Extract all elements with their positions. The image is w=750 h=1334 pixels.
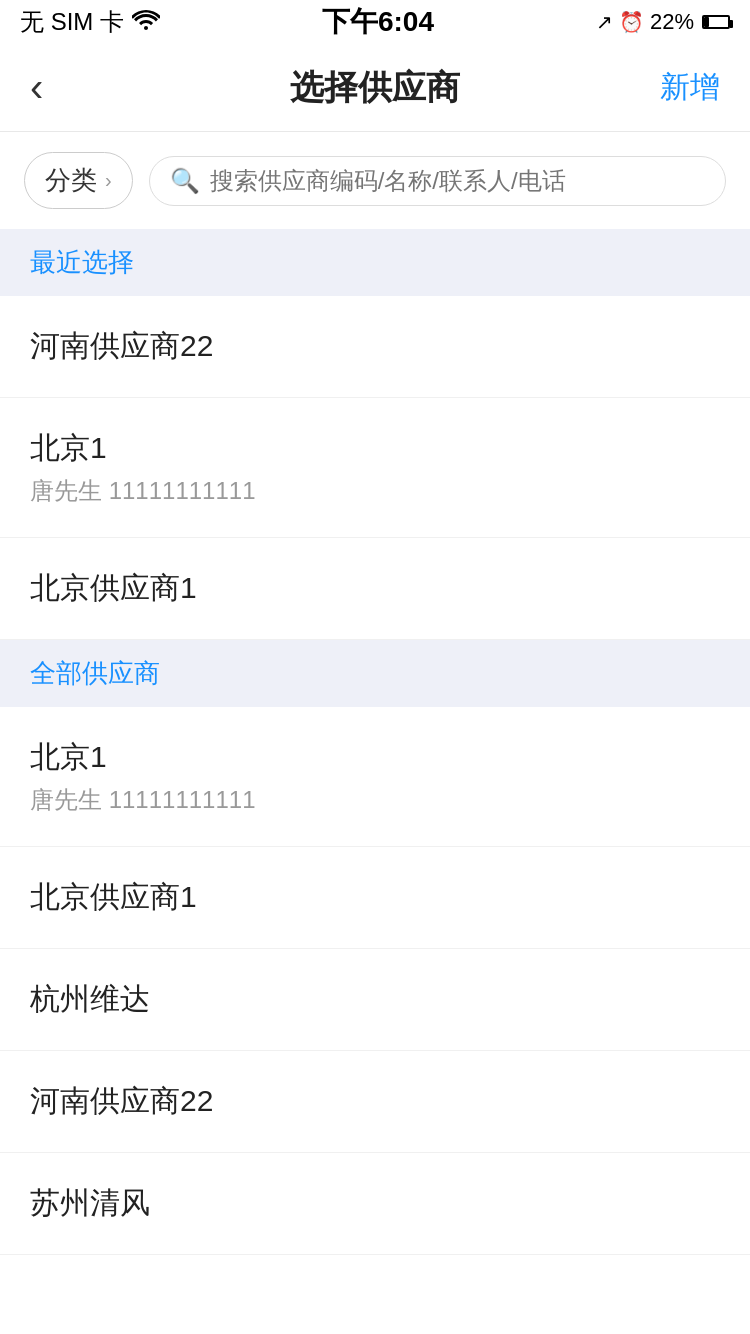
supplier-sub: 唐先生 11111111111 [30,475,720,507]
chevron-right-icon: › [105,169,112,192]
supplier-name: 北京1 [30,737,720,778]
status-right: ↗ ⏰ 22% [596,9,730,35]
back-button[interactable]: ‹ [30,65,90,110]
list-item[interactable]: 北京1 唐先生 11111111111 [0,398,750,538]
recent-section-header: 最近选择 [0,229,750,296]
list-item[interactable]: 苏州清风 [0,1153,750,1255]
status-time: 下午6:04 [322,3,434,41]
category-label: 分类 [45,163,97,198]
search-icon: 🔍 [170,167,200,195]
recent-items-list: 河南供应商22 北京1 唐先生 11111111111 北京供应商1 [0,296,750,640]
supplier-name: 河南供应商22 [30,1081,720,1122]
alarm-icon: ⏰ [619,10,644,34]
supplier-name: 北京供应商1 [30,568,720,609]
no-sim-text: 无 SIM 卡 [20,6,124,38]
add-button[interactable]: 新增 [660,67,720,108]
supplier-name: 苏州清风 [30,1183,720,1224]
list-item[interactable]: 河南供应商22 [0,1051,750,1153]
supplier-name: 北京1 [30,428,720,469]
supplier-name: 杭州维达 [30,979,720,1020]
battery-text: 22% [650,9,694,35]
wifi-icon [132,8,160,36]
search-box[interactable]: 🔍 [149,156,726,206]
location-icon: ↗ [596,10,613,34]
status-left: 无 SIM 卡 [20,6,160,38]
supplier-name: 北京供应商1 [30,877,720,918]
list-item[interactable]: 北京供应商1 [0,538,750,640]
list-item[interactable]: 杭州维达 [0,949,750,1051]
all-section-label: 全部供应商 [30,658,160,688]
list-item[interactable]: 北京供应商1 [0,847,750,949]
supplier-name: 河南供应商22 [30,326,720,367]
all-items-list: 北京1 唐先生 11111111111 北京供应商1 杭州维达 河南供应商22 … [0,707,750,1255]
battery-icon [702,15,730,29]
recent-section-label: 最近选择 [30,247,134,277]
all-section-header: 全部供应商 [0,640,750,707]
filter-bar: 分类 › 🔍 [0,132,750,229]
nav-bar: ‹ 选择供应商 新增 [0,44,750,132]
status-bar: 无 SIM 卡 下午6:04 ↗ ⏰ 22% [0,0,750,44]
page-title: 选择供应商 [290,65,460,111]
supplier-sub: 唐先生 11111111111 [30,784,720,816]
search-input[interactable] [210,167,705,195]
list-item[interactable]: 河南供应商22 [0,296,750,398]
list-item[interactable]: 北京1 唐先生 11111111111 [0,707,750,847]
category-button[interactable]: 分类 › [24,152,133,209]
